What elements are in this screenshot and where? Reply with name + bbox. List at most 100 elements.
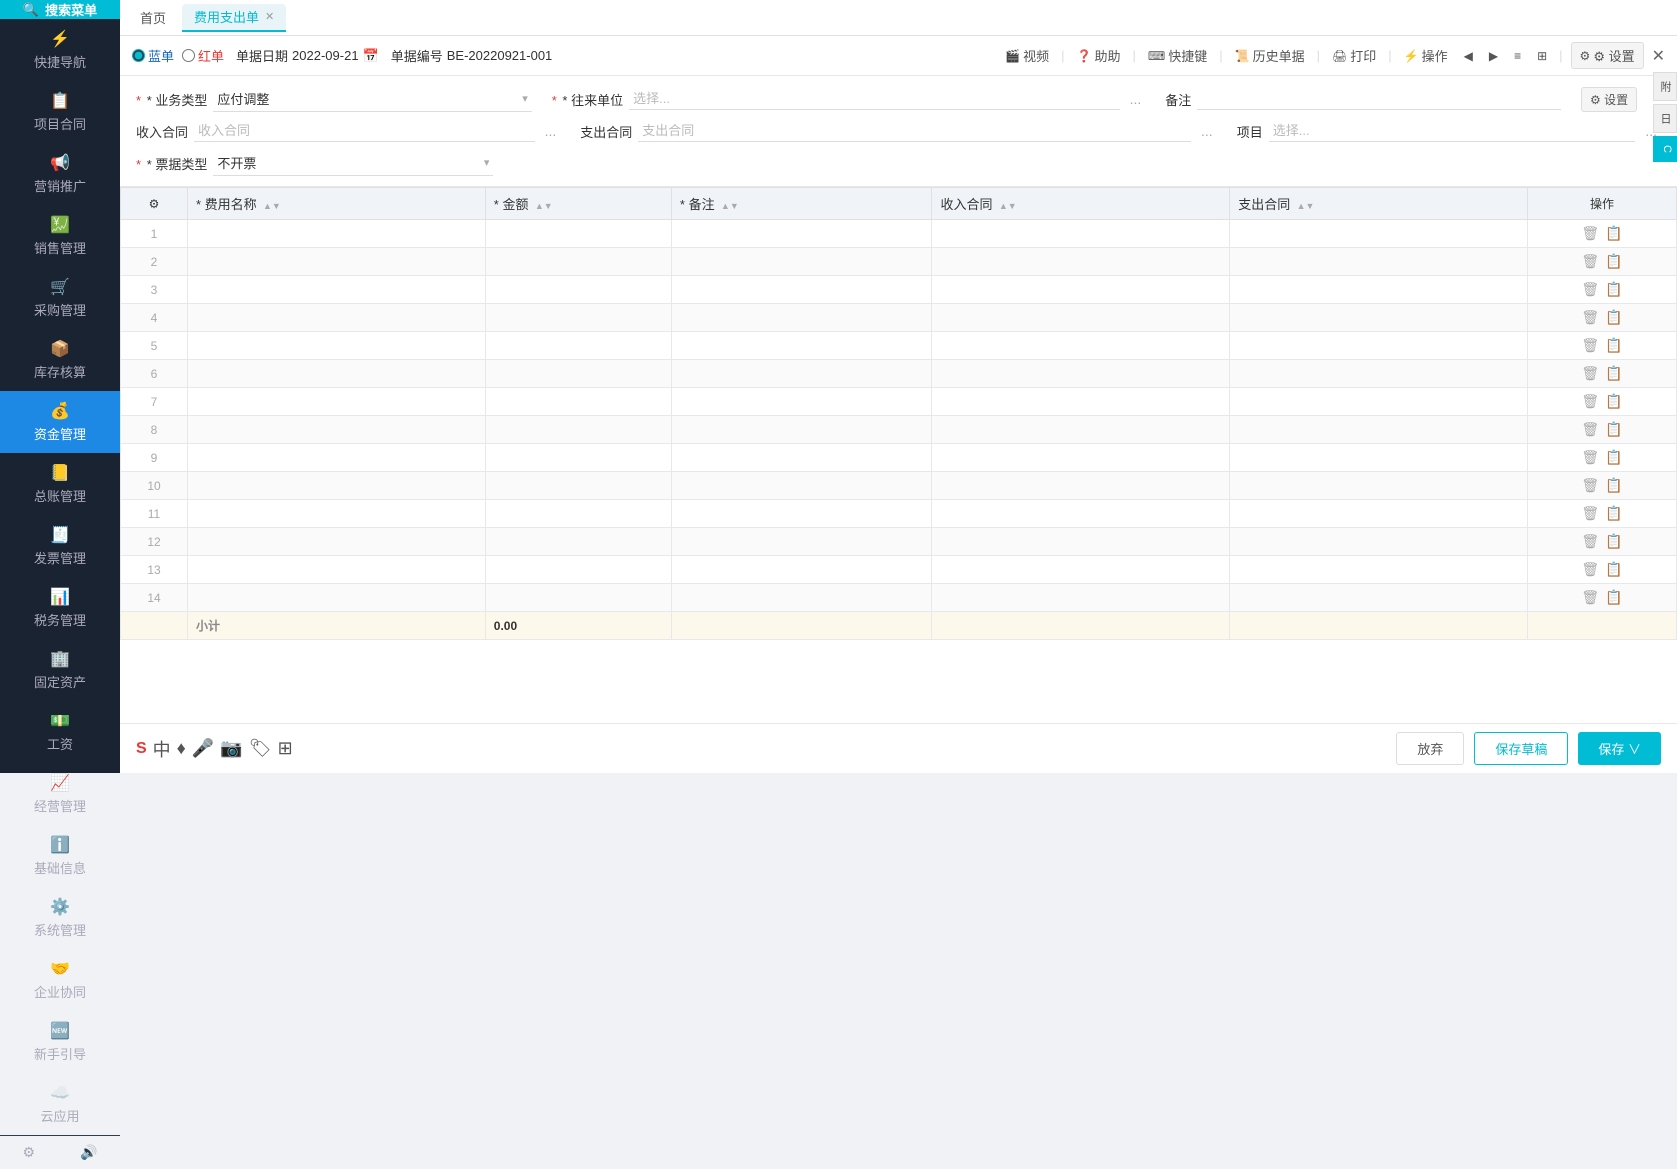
footer-icon-camera[interactable]: 📷: [220, 738, 242, 759]
col-income-contract[interactable]: 收入合同 ▲▼: [932, 188, 1230, 220]
sidebar-item-sales[interactable]: 💹 销售管理: [0, 205, 120, 267]
cell-income-contract[interactable]: [932, 416, 1230, 444]
cell-income-contract[interactable]: [932, 276, 1230, 304]
sidebar-header[interactable]: 🔍 搜索菜单: [0, 0, 120, 19]
cell-notes[interactable]: [671, 416, 932, 444]
col-expense-contract[interactable]: 支出合同 ▲▼: [1230, 188, 1528, 220]
cell-amount[interactable]: [485, 388, 671, 416]
cell-notes[interactable]: [671, 276, 932, 304]
nav-prev-btn[interactable]: ◀: [1460, 47, 1477, 65]
col-expense-name[interactable]: * 费用名称 ▲▼: [188, 188, 486, 220]
footer-icon-grid[interactable]: ⊞: [278, 738, 293, 759]
business-type-select[interactable]: 应付调整 ▾: [213, 86, 531, 112]
col-notes[interactable]: * 备注 ▲▼: [671, 188, 932, 220]
cell-expense-contract[interactable]: [1230, 248, 1528, 276]
sidebar-item-basic-info[interactable]: ℹ️ 基础信息: [0, 825, 120, 887]
copy-row-icon[interactable]: 📋: [1605, 225, 1622, 242]
delete-row-icon[interactable]: 🗑: [1581, 393, 1599, 410]
cell-income-contract[interactable]: [932, 388, 1230, 416]
cell-expense-name[interactable]: [188, 360, 486, 388]
sidebar-item-finance[interactable]: 💰 资金管理: [0, 391, 120, 453]
cell-expense-contract[interactable]: [1230, 332, 1528, 360]
income-contract-input[interactable]: [194, 120, 535, 142]
notes-input[interactable]: [1197, 88, 1561, 110]
sidebar-item-project-contract[interactable]: 📋 项目合同: [0, 81, 120, 143]
cell-expense-contract[interactable]: [1230, 584, 1528, 612]
right-tab-teal[interactable]: C: [1653, 136, 1677, 162]
cell-expense-name[interactable]: [188, 248, 486, 276]
cell-expense-contract[interactable]: [1230, 444, 1528, 472]
cell-notes[interactable]: [671, 556, 932, 584]
sidebar-item-invoice[interactable]: 🧾 发票管理: [0, 515, 120, 577]
cell-expense-contract[interactable]: [1230, 276, 1528, 304]
delete-row-icon[interactable]: 🗑: [1581, 505, 1599, 522]
copy-row-icon[interactable]: 📋: [1605, 421, 1622, 438]
cell-expense-name[interactable]: [188, 276, 486, 304]
save-button[interactable]: 保存 ∨: [1578, 732, 1661, 765]
cell-amount[interactable]: [485, 500, 671, 528]
copy-row-icon[interactable]: 📋: [1605, 449, 1622, 466]
cell-notes[interactable]: [671, 388, 932, 416]
cell-expense-contract[interactable]: [1230, 500, 1528, 528]
cell-expense-contract[interactable]: [1230, 416, 1528, 444]
cell-amount[interactable]: [485, 304, 671, 332]
cell-expense-name[interactable]: [188, 584, 486, 612]
cell-expense-name[interactable]: [188, 416, 486, 444]
cell-income-contract[interactable]: [932, 528, 1230, 556]
cell-expense-contract[interactable]: [1230, 304, 1528, 332]
cell-amount[interactable]: [485, 248, 671, 276]
cell-notes[interactable]: [671, 472, 932, 500]
copy-row-icon[interactable]: 📋: [1605, 281, 1622, 298]
footer-icon-mic[interactable]: 🎤: [192, 738, 214, 759]
delete-row-icon[interactable]: 🗑: [1581, 281, 1599, 298]
tab-close-icon[interactable]: ✕: [265, 10, 274, 23]
counterparty-ellipsis[interactable]: ...: [1126, 91, 1146, 107]
copy-row-icon[interactable]: 📋: [1605, 533, 1622, 550]
tab-expense-form[interactable]: 费用支出单 ✕: [182, 4, 286, 32]
delete-row-icon[interactable]: 🗑: [1581, 561, 1599, 578]
cell-expense-name[interactable]: [188, 332, 486, 360]
cell-expense-contract[interactable]: [1230, 360, 1528, 388]
sidebar-item-inventory[interactable]: 📦 库存核算: [0, 329, 120, 391]
cell-expense-contract[interactable]: [1230, 472, 1528, 500]
cell-amount[interactable]: [485, 220, 671, 248]
delete-row-icon[interactable]: 🗑: [1581, 309, 1599, 326]
cell-expense-name[interactable]: [188, 500, 486, 528]
cell-income-contract[interactable]: [932, 332, 1230, 360]
cell-expense-name[interactable]: [188, 528, 486, 556]
cell-amount[interactable]: [485, 556, 671, 584]
cell-amount[interactable]: [485, 528, 671, 556]
copy-row-icon[interactable]: 📋: [1605, 337, 1622, 354]
cell-notes[interactable]: [671, 248, 932, 276]
cell-income-contract[interactable]: [932, 556, 1230, 584]
radio-red[interactable]: 红单: [182, 46, 224, 65]
sidebar-item-fixed-assets[interactable]: 🏢 固定资产: [0, 639, 120, 701]
copy-row-icon[interactable]: 📋: [1605, 253, 1622, 270]
cell-expense-name[interactable]: [188, 444, 486, 472]
cell-income-contract[interactable]: [932, 248, 1230, 276]
footer-icon-1[interactable]: 中: [153, 736, 171, 762]
delete-row-icon[interactable]: 🗑: [1581, 449, 1599, 466]
col-gear[interactable]: ⚙: [121, 188, 188, 220]
footer-icon-tag[interactable]: 🏷: [249, 738, 272, 759]
tab-home[interactable]: 首页: [128, 4, 178, 32]
nav-next-btn[interactable]: ▶: [1485, 47, 1502, 65]
history-btn[interactable]: 📜 历史单据: [1231, 44, 1309, 67]
cell-income-contract[interactable]: [932, 500, 1230, 528]
cell-income-contract[interactable]: [932, 444, 1230, 472]
invoice-type-select[interactable]: 不开票 ▾: [213, 150, 493, 176]
shortcut-btn[interactable]: ⌨ 快捷键: [1144, 44, 1211, 67]
cell-notes[interactable]: [671, 332, 932, 360]
sidebar-item-new-guide[interactable]: 🆕 新手引导: [0, 1011, 120, 1073]
sidebar-item-biz-mgmt[interactable]: 📈 经营管理: [0, 763, 120, 825]
delete-row-icon[interactable]: 🗑: [1581, 225, 1599, 242]
cell-amount[interactable]: [485, 472, 671, 500]
cell-amount[interactable]: [485, 444, 671, 472]
sidebar-item-purchase[interactable]: 🛒 采购管理: [0, 267, 120, 329]
radio-red-input[interactable]: [182, 49, 195, 62]
speaker-bottom-icon[interactable]: 🔊: [80, 1144, 97, 1161]
cell-income-contract[interactable]: [932, 220, 1230, 248]
view-grid-btn[interactable]: ⊞: [1533, 47, 1551, 65]
delete-row-icon[interactable]: 🗑: [1581, 589, 1599, 606]
cell-expense-contract[interactable]: [1230, 556, 1528, 584]
